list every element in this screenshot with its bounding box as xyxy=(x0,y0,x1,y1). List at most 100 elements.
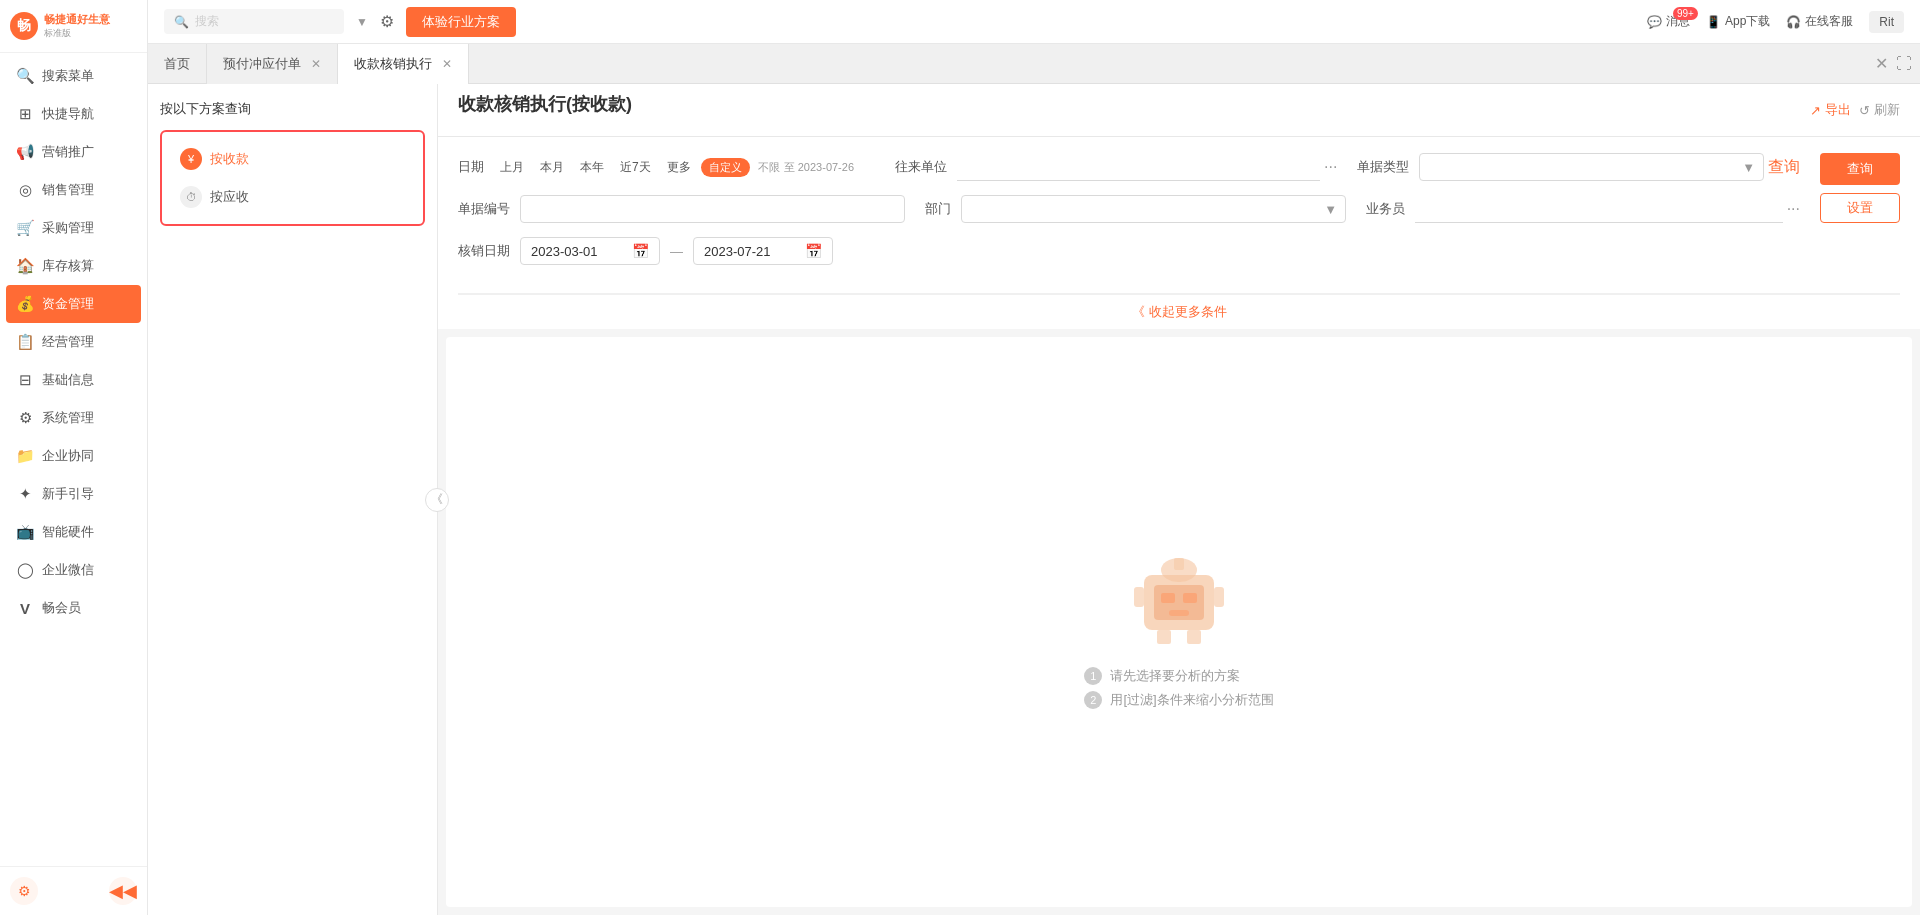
app-label: App下载 xyxy=(1725,13,1770,30)
date-btn-more[interactable]: 更多 xyxy=(661,157,697,178)
logo-badge: 标准版 xyxy=(44,27,110,40)
verify-date-end[interactable]: 2023-07-21 📅 xyxy=(693,237,833,265)
sidebar-item-label: 经营管理 xyxy=(42,333,94,351)
tab-home[interactable]: 首页 xyxy=(148,44,207,84)
sidebar-nav: 🔍 搜索菜单 ⊞ 快捷导航 📢 营销推广 ◎ 销售管理 🛒 采购管理 🏠 库存核… xyxy=(0,53,147,866)
staff-dots-btn[interactable]: ··· xyxy=(1787,200,1800,218)
dept-arrow: ▼ xyxy=(1324,202,1337,217)
logo-text: 畅捷通好生意 xyxy=(44,12,110,26)
filter-panel-collapse[interactable]: 《 xyxy=(425,488,449,512)
staff-input[interactable] xyxy=(1415,195,1783,223)
collapse-sidebar-icon[interactable]: ◀◀ xyxy=(109,877,137,905)
tab-verify-label: 收款核销执行 xyxy=(354,55,432,73)
sidebar-item-shortcut[interactable]: ⊞ 快捷导航 xyxy=(0,95,147,133)
calendar-end-icon: 📅 xyxy=(805,243,822,259)
maximize-icon[interactable]: ⛶ xyxy=(1896,55,1912,73)
sidebar-item-basic[interactable]: ⊟ 基础信息 xyxy=(0,361,147,399)
collapse-more-btn[interactable]: 《 收起更多条件 xyxy=(458,294,1900,329)
bill-type-select[interactable]: ▼ xyxy=(1419,153,1764,181)
sidebar-item-capital[interactable]: 💰 资金管理 xyxy=(6,285,141,323)
sidebar-item-label: 智能硬件 xyxy=(42,523,94,541)
system-icon: ⚙ xyxy=(16,409,34,427)
page-header-row: 收款核销执行(按收款) ↗ 导出 ↺ 刷新 xyxy=(438,84,1920,137)
sidebar-item-enterprise[interactable]: 📁 企业协同 xyxy=(0,437,147,475)
sidebar-item-label: 畅会员 xyxy=(42,599,81,617)
sidebar-item-inventory[interactable]: 🏠 库存核算 xyxy=(0,247,147,285)
hint-num-2: 2 xyxy=(1084,691,1102,709)
partner-input-area: ··· xyxy=(957,153,1338,181)
topbar: 🔍 搜索 ▼ ⚙ 体验行业方案 💬 消息 99+ 📱 App下载 🎧 在线客服 … xyxy=(148,0,1920,44)
member-icon: V xyxy=(16,599,34,617)
page-actions: ↗ 导出 ↺ 刷新 xyxy=(1810,101,1900,119)
svg-rect-7 xyxy=(1157,630,1171,644)
verify-date-start-text: 2023-03-01 xyxy=(531,244,626,259)
settings-icon[interactable]: ⚙ xyxy=(10,877,38,905)
collapse-icon: 《 xyxy=(1132,303,1145,321)
operation-icon: 📋 xyxy=(16,333,34,351)
tab-verify-close[interactable]: ✕ xyxy=(442,57,452,71)
sidebar-item-label: 营销推广 xyxy=(42,143,94,161)
sidebar-item-operation[interactable]: 📋 经营管理 xyxy=(0,323,147,361)
chevron-down-icon[interactable]: ▼ xyxy=(356,15,368,29)
hint-text-1: 请先选择要分析的方案 xyxy=(1110,667,1240,685)
sidebar-item-wechat[interactable]: ◯ 企业微信 xyxy=(0,551,147,589)
sidebar-item-label: 搜索菜单 xyxy=(42,67,94,85)
partner-dots-btn[interactable]: ··· xyxy=(1324,158,1337,176)
tab-verify[interactable]: 收款核销执行 ✕ xyxy=(338,44,469,84)
sidebar-item-sales[interactable]: ◎ 销售管理 xyxy=(0,171,147,209)
sidebar-item-guide[interactable]: ✦ 新手引导 xyxy=(0,475,147,513)
date-btn-custom[interactable]: 自定义 xyxy=(701,158,750,177)
receipt-icon: ¥ xyxy=(180,148,202,170)
user-menu[interactable]: Rit xyxy=(1869,11,1904,33)
setting-button[interactable]: 设置 xyxy=(1820,193,1900,223)
filter-option-by-receivable[interactable]: ⏱ 按应收 xyxy=(170,178,415,216)
sidebar-item-label: 采购管理 xyxy=(42,219,94,237)
sidebar: 畅 畅捷通好生意 标准版 🔍 搜索菜单 ⊞ 快捷导航 📢 营销推广 ◎ 销售管理… xyxy=(0,0,148,915)
sidebar-item-marketing[interactable]: 📢 营销推广 xyxy=(0,133,147,171)
svg-rect-2 xyxy=(1161,593,1175,603)
search-icon: 🔍 xyxy=(174,15,189,29)
refresh-button[interactable]: ↺ 刷新 xyxy=(1859,101,1900,119)
partner-input[interactable] xyxy=(957,153,1320,181)
date-btn-7days[interactable]: 近7天 xyxy=(614,157,657,178)
wechat-icon: ◯ xyxy=(16,561,34,579)
bill-no-input[interactable] xyxy=(520,195,905,223)
date-btn-this-year[interactable]: 本年 xyxy=(574,157,610,178)
sidebar-item-search[interactable]: 🔍 搜索菜单 xyxy=(0,57,147,95)
message-button[interactable]: 💬 消息 99+ xyxy=(1647,13,1690,30)
enterprise-icon: 📁 xyxy=(16,447,34,465)
date-btn-this-month[interactable]: 本月 xyxy=(534,157,570,178)
sidebar-item-member[interactable]: V 畅会员 xyxy=(0,589,147,627)
tab-bar: 首页 预付冲应付单 ✕ 收款核销执行 ✕ ✕ ⛶ xyxy=(148,44,1920,84)
export-button[interactable]: ↗ 导出 xyxy=(1810,101,1851,119)
verify-date-start[interactable]: 2023-03-01 📅 xyxy=(520,237,660,265)
tab-prepay-close[interactable]: ✕ xyxy=(311,57,321,71)
refresh-icon: ↺ xyxy=(1859,103,1870,118)
svg-rect-10 xyxy=(1174,558,1184,570)
filter-option-by-receipt[interactable]: ¥ 按收款 xyxy=(170,140,415,178)
app-download-button[interactable]: 📱 App下载 xyxy=(1706,13,1770,30)
close-window-icon[interactable]: ✕ xyxy=(1875,54,1888,73)
bill-type-query-btn[interactable]: 查询 xyxy=(1768,157,1800,178)
search-placeholder: 搜索 xyxy=(195,13,219,30)
svg-rect-5 xyxy=(1134,587,1144,607)
verify-date-label: 核销日期 xyxy=(458,242,510,260)
query-button[interactable]: 查询 xyxy=(1820,153,1900,185)
sales-icon: ◎ xyxy=(16,181,34,199)
filter-option-label: 按收款 xyxy=(210,150,249,168)
sidebar-item-system[interactable]: ⚙ 系统管理 xyxy=(0,399,147,437)
dept-select[interactable]: ▼ xyxy=(961,195,1346,223)
online-service-button[interactable]: 🎧 在线客服 xyxy=(1786,13,1853,30)
sidebar-item-label: 销售管理 xyxy=(42,181,94,199)
search-icon: 🔍 xyxy=(16,67,34,85)
partner-label: 往来单位 xyxy=(895,158,947,176)
date-options: 上月 本月 本年 近7天 更多 自定义 不限 至 2023-07-26 xyxy=(494,157,875,178)
solution-button[interactable]: 体验行业方案 xyxy=(406,7,516,37)
staff-label: 业务员 xyxy=(1366,200,1405,218)
date-btn-last-month[interactable]: 上月 xyxy=(494,157,530,178)
sidebar-item-purchase[interactable]: 🛒 采购管理 xyxy=(0,209,147,247)
topbar-search[interactable]: 🔍 搜索 xyxy=(164,9,344,34)
gear-icon[interactable]: ⚙ xyxy=(380,12,394,31)
sidebar-item-hardware[interactable]: 📺 智能硬件 xyxy=(0,513,147,551)
tab-prepay[interactable]: 预付冲应付单 ✕ xyxy=(207,44,338,84)
